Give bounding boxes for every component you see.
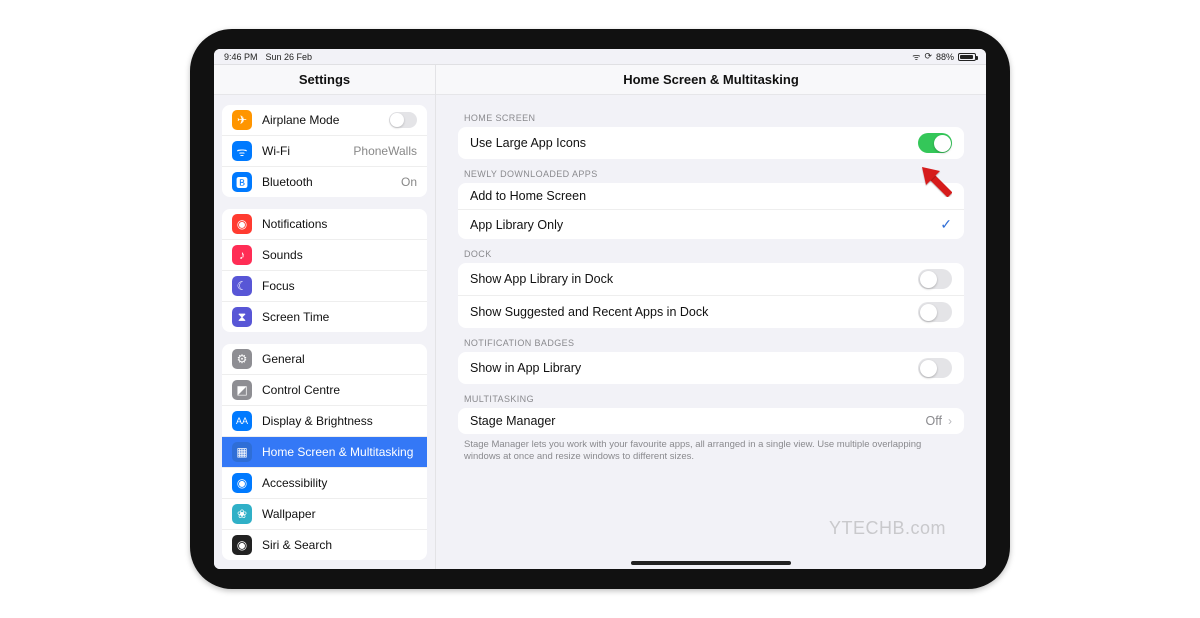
sidebar-title: Settings bbox=[214, 65, 435, 95]
section-header-badges: Notification Badges bbox=[464, 338, 964, 348]
card-newly-downloaded: Add to Home Screen App Library Only ✓ bbox=[458, 183, 964, 239]
row-label: App Library Only bbox=[470, 218, 940, 232]
bluetooth-value: On bbox=[401, 175, 417, 189]
wallpaper-icon: ❀ bbox=[232, 504, 252, 524]
detail-title: Home Screen & Multitasking bbox=[436, 65, 986, 95]
section-header-multitasking: Multitasking bbox=[464, 394, 964, 404]
row-label: Use Large App Icons bbox=[470, 136, 918, 150]
row-label: Show Suggested and Recent Apps in Dock bbox=[470, 305, 918, 319]
focus-icon: ☾ bbox=[232, 276, 252, 296]
section-header-dock: Dock bbox=[464, 249, 964, 259]
wifi-icon: ᯤ bbox=[232, 141, 252, 161]
sidebar-group-connectivity: ✈ Airplane Mode ᯤ Wi-Fi PhoneWalls 🅱 Blu… bbox=[222, 105, 427, 197]
section-header-newly-downloaded: Newly Downloaded Apps bbox=[464, 169, 964, 179]
section-header-home-screen: Home Screen bbox=[464, 113, 964, 123]
settings-sidebar: Settings ✈ Airplane Mode ᯤ Wi-Fi PhoneWa… bbox=[214, 65, 436, 569]
row-label: Show App Library in Dock bbox=[470, 272, 918, 286]
row-show-suggested-recent-apps[interactable]: Show Suggested and Recent Apps in Dock bbox=[458, 296, 964, 328]
controlcentre-icon: ◩ bbox=[232, 380, 252, 400]
sidebar-item-label: Home Screen & Multitasking bbox=[262, 445, 417, 459]
toggle-show-suggested-recent-apps[interactable] bbox=[918, 302, 952, 322]
sidebar-item-notifications[interactable]: ◉ Notifications bbox=[222, 209, 427, 240]
sidebar-item-label: Airplane Mode bbox=[262, 113, 379, 127]
battery-percent: 88% bbox=[936, 52, 954, 62]
ipad-frame: 9:46 PM Sun 26 Feb ᯤ ⟳ 88% Settings ✈ Ai… bbox=[190, 29, 1010, 589]
sidebar-item-siri[interactable]: ◉ Siri & Search bbox=[222, 530, 427, 560]
airplane-toggle[interactable] bbox=[389, 112, 417, 128]
sidebar-item-screentime[interactable]: ⧗ Screen Time bbox=[222, 302, 427, 332]
sounds-icon: ♪ bbox=[232, 245, 252, 265]
row-use-large-app-icons[interactable]: Use Large App Icons bbox=[458, 127, 964, 159]
wifi-status-icon: ᯤ bbox=[912, 50, 920, 63]
sidebar-item-controlcentre[interactable]: ◩ Control Centre bbox=[222, 375, 427, 406]
notifications-icon: ◉ bbox=[232, 214, 252, 234]
card-badges: Show in App Library bbox=[458, 352, 964, 384]
sidebar-item-label: Screen Time bbox=[262, 310, 417, 324]
orientation-lock-icon: ⟳ bbox=[924, 51, 932, 62]
row-label: Add to Home Screen bbox=[470, 189, 952, 203]
status-bar: 9:46 PM Sun 26 Feb ᯤ ⟳ 88% bbox=[214, 49, 986, 65]
stage-manager-value: Off bbox=[926, 414, 942, 428]
sidebar-item-label: Sounds bbox=[262, 248, 417, 262]
general-icon: ⚙ bbox=[232, 349, 252, 369]
sidebar-item-wallpaper[interactable]: ❀ Wallpaper bbox=[222, 499, 427, 530]
row-label: Show in App Library bbox=[470, 361, 918, 375]
sidebar-item-label: Wi-Fi bbox=[262, 144, 343, 158]
sidebar-group-general: ⚙ General ◩ Control Centre AA Display & … bbox=[222, 344, 427, 560]
toggle-show-in-app-library[interactable] bbox=[918, 358, 952, 378]
screentime-icon: ⧗ bbox=[232, 307, 252, 327]
sidebar-item-bluetooth[interactable]: 🅱 Bluetooth On bbox=[222, 167, 427, 197]
status-date: Sun 26 Feb bbox=[266, 52, 313, 62]
row-label: Stage Manager bbox=[470, 414, 926, 428]
sidebar-item-label: Control Centre bbox=[262, 383, 417, 397]
detail-scroll[interactable]: Home Screen Use Large App Icons Newly Do… bbox=[436, 95, 986, 569]
sidebar-item-label: Bluetooth bbox=[262, 175, 391, 189]
airplane-icon: ✈ bbox=[232, 110, 252, 130]
status-time: 9:46 PM bbox=[224, 52, 258, 62]
check-icon: ✓ bbox=[940, 216, 952, 233]
display-icon: AA bbox=[232, 411, 252, 431]
sidebar-item-accessibility[interactable]: ◉ Accessibility bbox=[222, 468, 427, 499]
sidebar-item-airplane[interactable]: ✈ Airplane Mode bbox=[222, 105, 427, 136]
sidebar-item-display[interactable]: AA Display & Brightness bbox=[222, 406, 427, 437]
home-indicator[interactable] bbox=[631, 561, 791, 565]
sidebar-scroll[interactable]: ✈ Airplane Mode ᯤ Wi-Fi PhoneWalls 🅱 Blu… bbox=[214, 95, 435, 569]
sidebar-item-homescreen[interactable]: ▦ Home Screen & Multitasking bbox=[222, 437, 427, 468]
card-home-screen: Use Large App Icons bbox=[458, 127, 964, 159]
sidebar-item-focus[interactable]: ☾ Focus bbox=[222, 271, 427, 302]
sidebar-item-sounds[interactable]: ♪ Sounds bbox=[222, 240, 427, 271]
siri-icon: ◉ bbox=[232, 535, 252, 555]
ipad-screen: 9:46 PM Sun 26 Feb ᯤ ⟳ 88% Settings ✈ Ai… bbox=[214, 49, 986, 569]
row-show-in-app-library[interactable]: Show in App Library bbox=[458, 352, 964, 384]
toggle-show-app-library-in-dock[interactable] bbox=[918, 269, 952, 289]
homescreen-icon: ▦ bbox=[232, 442, 252, 462]
detail-pane: Home Screen & Multitasking Home Screen U… bbox=[436, 65, 986, 569]
sidebar-item-label: Notifications bbox=[262, 217, 417, 231]
toggle-use-large-app-icons[interactable] bbox=[918, 133, 952, 153]
sidebar-item-label: Focus bbox=[262, 279, 417, 293]
bluetooth-icon: 🅱 bbox=[232, 172, 252, 192]
battery-icon bbox=[958, 53, 976, 61]
row-app-library-only[interactable]: App Library Only ✓ bbox=[458, 210, 964, 239]
accessibility-icon: ◉ bbox=[232, 473, 252, 493]
sidebar-item-wifi[interactable]: ᯤ Wi-Fi PhoneWalls bbox=[222, 136, 427, 167]
sidebar-item-general[interactable]: ⚙ General bbox=[222, 344, 427, 375]
card-multitasking: Stage Manager Off › bbox=[458, 408, 964, 434]
row-show-app-library-in-dock[interactable]: Show App Library in Dock bbox=[458, 263, 964, 296]
row-stage-manager[interactable]: Stage Manager Off › bbox=[458, 408, 964, 434]
row-add-to-home-screen[interactable]: Add to Home Screen bbox=[458, 183, 964, 210]
wifi-value: PhoneWalls bbox=[353, 144, 417, 158]
sidebar-item-label: General bbox=[262, 352, 417, 366]
card-dock: Show App Library in Dock Show Suggested … bbox=[458, 263, 964, 328]
multitasking-footer: Stage Manager lets you work with your fa… bbox=[464, 439, 958, 464]
sidebar-item-label: Siri & Search bbox=[262, 538, 417, 552]
sidebar-item-label: Wallpaper bbox=[262, 507, 417, 521]
sidebar-item-label: Accessibility bbox=[262, 476, 417, 490]
chevron-right-icon: › bbox=[948, 414, 952, 428]
sidebar-item-label: Display & Brightness bbox=[262, 414, 417, 428]
sidebar-group-alerts: ◉ Notifications ♪ Sounds ☾ Focus ⧗ bbox=[222, 209, 427, 332]
